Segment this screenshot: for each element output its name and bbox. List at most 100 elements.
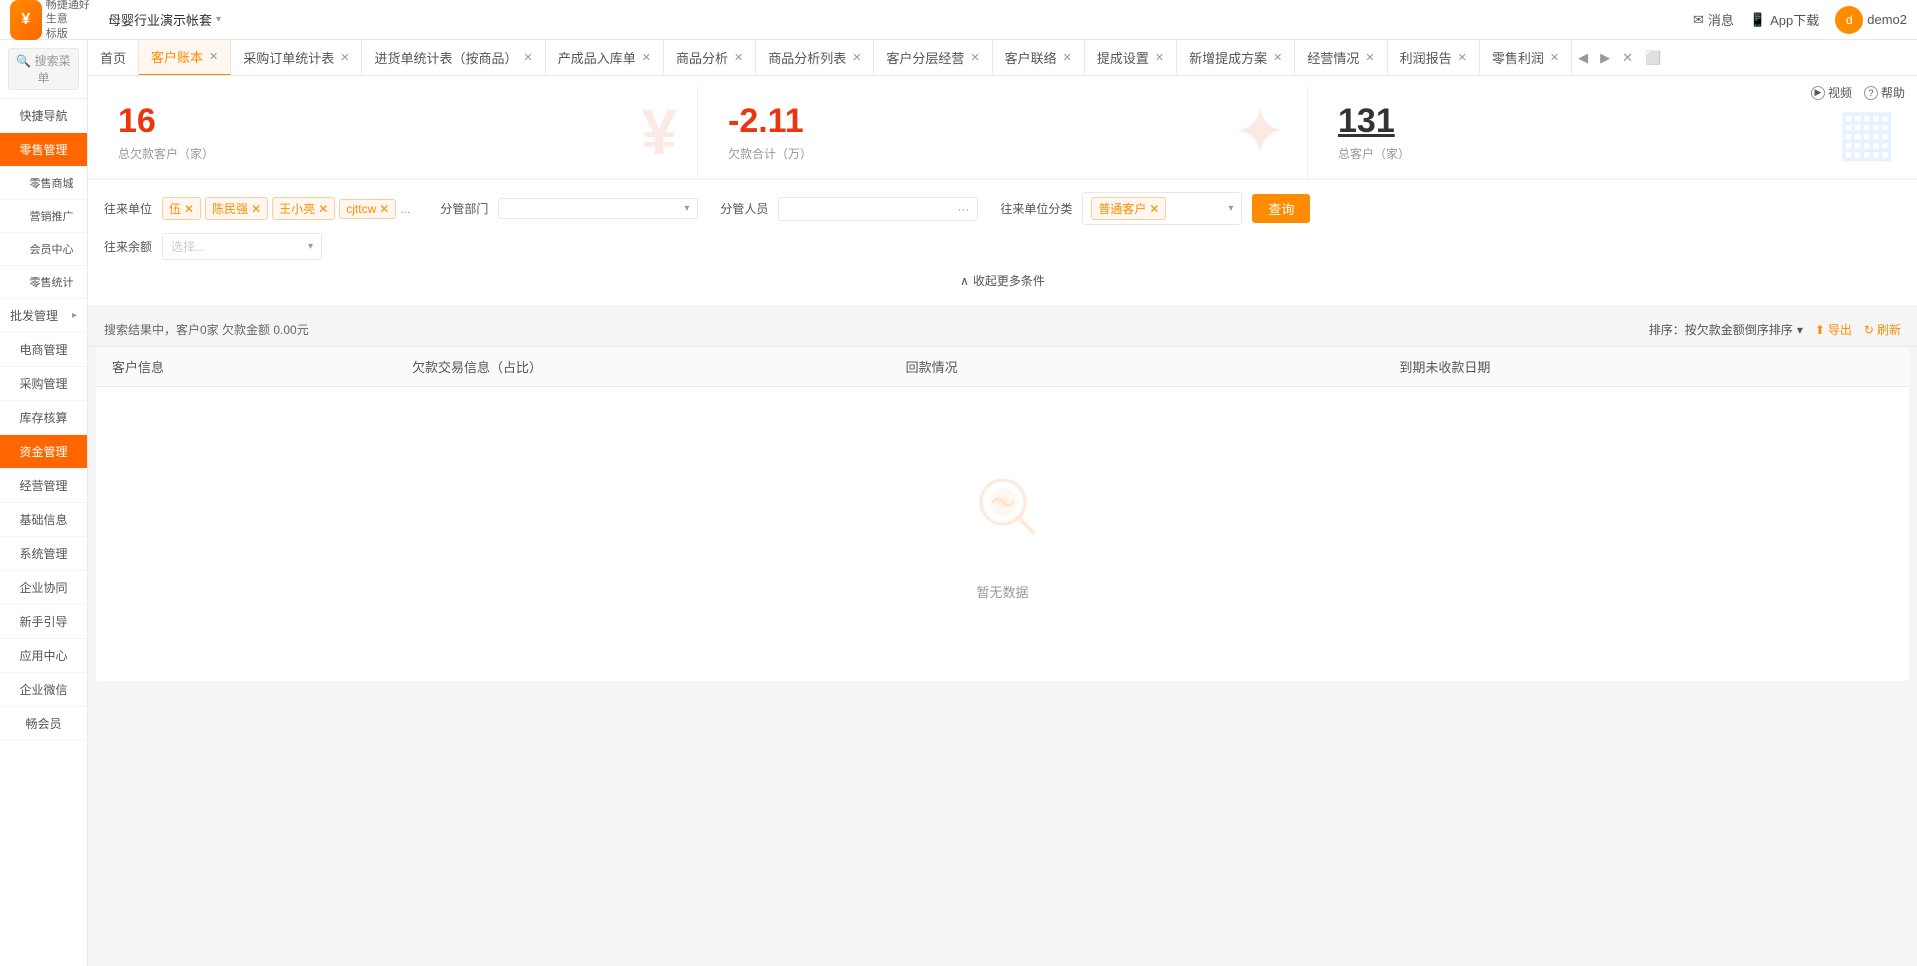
tab-add-commission[interactable]: 新增提成方案 ✕ (1177, 40, 1295, 76)
tab-product-analysis-list[interactable]: 商品分析列表 ✕ (756, 40, 874, 76)
sidebar-item-quick[interactable]: 快捷导航 (0, 99, 87, 133)
video-help-btn[interactable]: ▶ 视频 (1811, 84, 1852, 101)
sidebar-item-corp-wechat[interactable]: 企业微信 (0, 673, 87, 707)
filter-tag-chen: 陈民强 ✕ (205, 197, 268, 220)
stat-cards-row: ¥ 16 总欠款客户（家） ✦ -2.11 欠款合计（万） ▦ 131 (88, 86, 1917, 178)
tab-close-icon[interactable]: ✕ (1458, 51, 1467, 64)
data-table: 客户信息 欠款交易信息（占比） 回款情况 到期未收款日期 (96, 347, 1909, 681)
query-button[interactable]: 查询 (1252, 194, 1310, 223)
tab-operation[interactable]: 经营情况 ✕ (1295, 40, 1387, 76)
tag-close-wang[interactable]: ✕ (318, 202, 328, 216)
filter-person-label: 分管人员 (720, 200, 768, 217)
sidebar-item-corp[interactable]: 企业协同 (0, 571, 87, 605)
tab-expand-btn[interactable]: ⬜ (1639, 40, 1667, 76)
chevron-up-icon: ∧ (960, 274, 969, 288)
sidebar-item-newbie[interactable]: 新手引导 (0, 605, 87, 639)
tab-close-icon[interactable]: ✕ (209, 50, 218, 63)
sidebar-item-vip[interactable]: 畅会员 (0, 707, 87, 741)
page-content: ¥ 16 总欠款客户（家） ◇ -2.11 欠款合计（万） ▦ 131 总客户（… (88, 76, 1917, 966)
account-selector[interactable]: 母婴行业演示帐套 ▾ (108, 10, 221, 29)
tab-close-icon[interactable]: ✕ (852, 51, 861, 64)
category-tags: 普通客户 ✕ (1091, 197, 1166, 220)
result-actions: 排序：按欠款金额倒序排序 ▾ ⬆ 导出 ↻ 刷新 (1649, 321, 1901, 338)
top-right-actions: ✉ 消息 📱 App下载 d demo2 (1693, 6, 1907, 34)
total-debt-label: 欠款合计（万） (728, 145, 1277, 162)
tab-close-icon[interactable]: ✕ (340, 51, 349, 64)
balance-placeholder: 选择... (171, 238, 205, 255)
user-menu[interactable]: d demo2 (1835, 6, 1907, 34)
total-clients-label: 总客户（家） (1338, 145, 1887, 162)
tab-customer-contact[interactable]: 客户联络 ✕ (993, 40, 1085, 76)
tab-close-icon[interactable]: ✕ (1273, 51, 1282, 64)
filter-unit-tags: 伍 ✕ 陈民强 ✕ 王小亮 ✕ (162, 197, 410, 220)
sort-arrow: ▾ (1797, 323, 1803, 337)
sidebar-item-basic[interactable]: 基础信息 (0, 503, 87, 537)
tab-customer-ledger[interactable]: 客户账本 ✕ (139, 40, 231, 76)
tab-profit-report[interactable]: 利润报告 ✕ (1388, 40, 1480, 76)
sidebar-item-app-center[interactable]: 应用中心 (0, 639, 87, 673)
tab-close-icon[interactable]: ✕ (642, 51, 651, 64)
sidebar-item-member[interactable]: 会员中心 (0, 233, 87, 266)
tab-close-icon[interactable]: ✕ (524, 51, 533, 64)
empty-state: 暂无数据 (96, 387, 1909, 681)
message-btn[interactable]: ✉ 消息 (1693, 10, 1734, 29)
tab-product-analysis[interactable]: 商品分析 ✕ (664, 40, 756, 76)
sidebar-search-area: 🔍 搜索菜单 (0, 40, 87, 99)
avatar: d (1835, 6, 1863, 34)
tag-close-normal[interactable]: ✕ (1149, 202, 1159, 216)
filter-tag-wu: 伍 ✕ (162, 197, 201, 220)
sidebar-item-marketing[interactable]: 营销推广 (0, 200, 87, 233)
sidebar-item-operation[interactable]: 经营管理 (0, 469, 87, 503)
tab-next-btn[interactable]: ▶ (1594, 40, 1616, 76)
tab-inbound-stat[interactable]: 进货单统计表（按商品） ✕ (362, 40, 545, 76)
filter-more-tags[interactable]: ... (400, 202, 410, 216)
sidebar-item-retail-stat[interactable]: 零售统计 (0, 266, 87, 299)
tab-close-icon[interactable]: ✕ (734, 51, 743, 64)
export-btn[interactable]: ⬆ 导出 (1815, 321, 1852, 338)
filter-row-2: 往来余额 选择... ▾ (104, 233, 1901, 260)
app-download-btn[interactable]: 📱 App下载 (1750, 10, 1819, 29)
top-bar: ¥ 畅捷通好生意 标版 母婴行业演示帐套 ▾ ✉ 消息 📱 App下载 d de… (0, 0, 1917, 40)
tab-close-icon[interactable]: ✕ (1063, 51, 1072, 64)
sidebar-item-ecom[interactable]: 电商管理 (0, 333, 87, 367)
tab-close-icon[interactable]: ✕ (970, 51, 979, 64)
sidebar-item-purchase[interactable]: 采购管理 (0, 367, 87, 401)
tab-close-icon[interactable]: ✕ (1155, 51, 1164, 64)
person-more-dots: ··· (957, 202, 969, 216)
sidebar-item-batch[interactable]: 批发管理 ▸ (0, 299, 87, 333)
filter-row-1: 往来单位 伍 ✕ 陈民强 ✕ 王小亮 (104, 192, 1901, 225)
sidebar-item-system[interactable]: 系统管理 (0, 537, 87, 571)
tab-product-inbound[interactable]: 产成品入库单 ✕ (546, 40, 664, 76)
filter-category-dropdown[interactable]: 普通客户 ✕ ▾ (1082, 192, 1242, 225)
result-bar: 搜索结果中，客户0家 欠款金额 0.00元 排序：按欠款金额倒序排序 ▾ ⬆ 导… (88, 313, 1917, 347)
total-customers-value: 16 (118, 102, 667, 141)
sidebar-item-inventory[interactable]: 库存核算 (0, 401, 87, 435)
refresh-btn[interactable]: ↻ 刷新 (1864, 321, 1901, 338)
tab-commission-setting[interactable]: 提成设置 ✕ (1085, 40, 1177, 76)
total-debt-value: -2.11 (728, 102, 1277, 141)
tag-close-cjttcw[interactable]: ✕ (379, 202, 389, 216)
filter-tag-cjttcw: cjttcw ✕ (339, 199, 396, 219)
tab-customer-tier[interactable]: 客户分层经营 ✕ (874, 40, 992, 76)
tab-purchase-stat[interactable]: 采购订单统计表 ✕ (231, 40, 362, 76)
filter-dept-dropdown[interactable]: ▾ (498, 198, 698, 219)
sidebar-item-retail[interactable]: 零售管理 (0, 133, 87, 167)
tab-prev-btn[interactable]: ◀ (1572, 40, 1594, 76)
filter-balance-dropdown[interactable]: 选择... ▾ (162, 233, 322, 260)
sort-select[interactable]: 排序：按欠款金额倒序排序 ▾ (1649, 321, 1803, 338)
tag-close-chen[interactable]: ✕ (251, 202, 261, 216)
tab-close-icon[interactable]: ✕ (1365, 51, 1374, 64)
tab-retail-profit[interactable]: 零售利润 ✕ (1480, 40, 1572, 76)
tab-close-all-btn[interactable]: ✕ (1616, 40, 1639, 76)
sidebar-item-retail-mall[interactable]: 零售商城 (0, 167, 87, 200)
filter-tag-normal-customer: 普通客户 ✕ (1091, 197, 1166, 220)
tag-close-wu[interactable]: ✕ (184, 202, 194, 216)
filter-person-dropdown[interactable]: ··· (778, 197, 978, 221)
help-doc-btn[interactable]: ? 帮助 (1864, 84, 1905, 101)
sidebar-item-finance[interactable]: 资金管理 (0, 435, 87, 469)
col-due-date: 到期未收款日期 (1399, 357, 1893, 376)
collapse-filter-btn[interactable]: ∧ 收起更多条件 (104, 268, 1901, 293)
tab-close-icon[interactable]: ✕ (1550, 51, 1559, 64)
search-menu-btn[interactable]: 🔍 搜索菜单 (8, 48, 79, 90)
tab-home[interactable]: 首页 (88, 40, 139, 76)
